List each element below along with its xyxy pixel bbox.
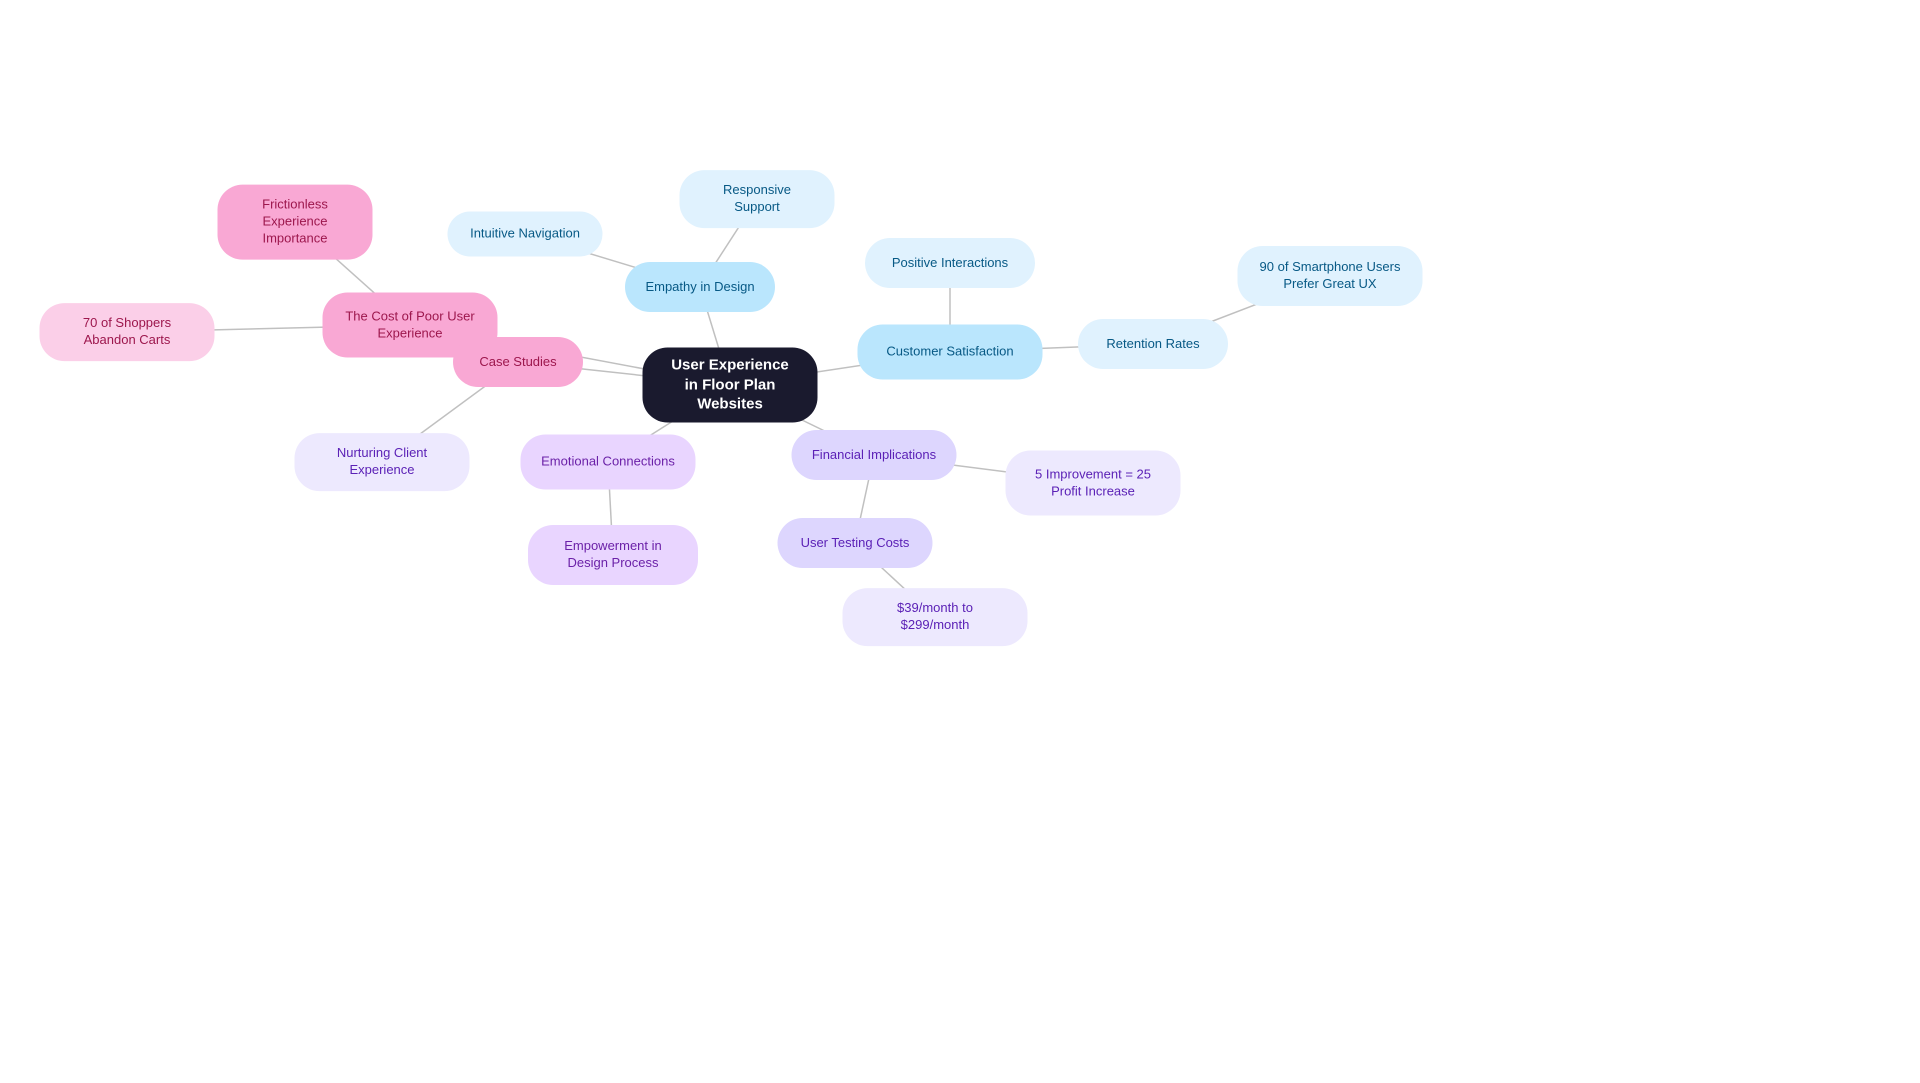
node-pricing[interactable]: $39/month to $299/month <box>843 588 1028 646</box>
node-emotional[interactable]: Emotional Connections <box>521 435 696 490</box>
node-empowerment[interactable]: Empowerment in Design Process <box>528 525 698 585</box>
node-financial[interactable]: Financial Implications <box>792 430 957 480</box>
node-improvement[interactable]: 5 Improvement = 25 Profit Increase <box>1006 451 1181 516</box>
node-intuitive[interactable]: Intuitive Navigation <box>448 212 603 257</box>
node-frictionless[interactable]: Frictionless Experience Importance <box>218 185 373 260</box>
node-positive[interactable]: Positive Interactions <box>865 238 1035 288</box>
node-shoppers-abandon[interactable]: 70 of Shoppers Abandon Carts <box>40 303 215 361</box>
center-node[interactable]: User Experience in Floor Plan Websites <box>643 348 818 423</box>
node-retention[interactable]: Retention Rates <box>1078 319 1228 369</box>
node-user-testing[interactable]: User Testing Costs <box>778 518 933 568</box>
node-smartphone[interactable]: 90 of Smartphone Users Prefer Great UX <box>1238 246 1423 306</box>
node-case-studies[interactable]: Case Studies <box>453 337 583 387</box>
node-empathy[interactable]: Empathy in Design <box>625 262 775 312</box>
node-customer-sat[interactable]: Customer Satisfaction <box>858 325 1043 380</box>
node-nurturing[interactable]: Nurturing Client Experience <box>295 433 470 491</box>
node-responsive[interactable]: Responsive Support <box>680 170 835 228</box>
